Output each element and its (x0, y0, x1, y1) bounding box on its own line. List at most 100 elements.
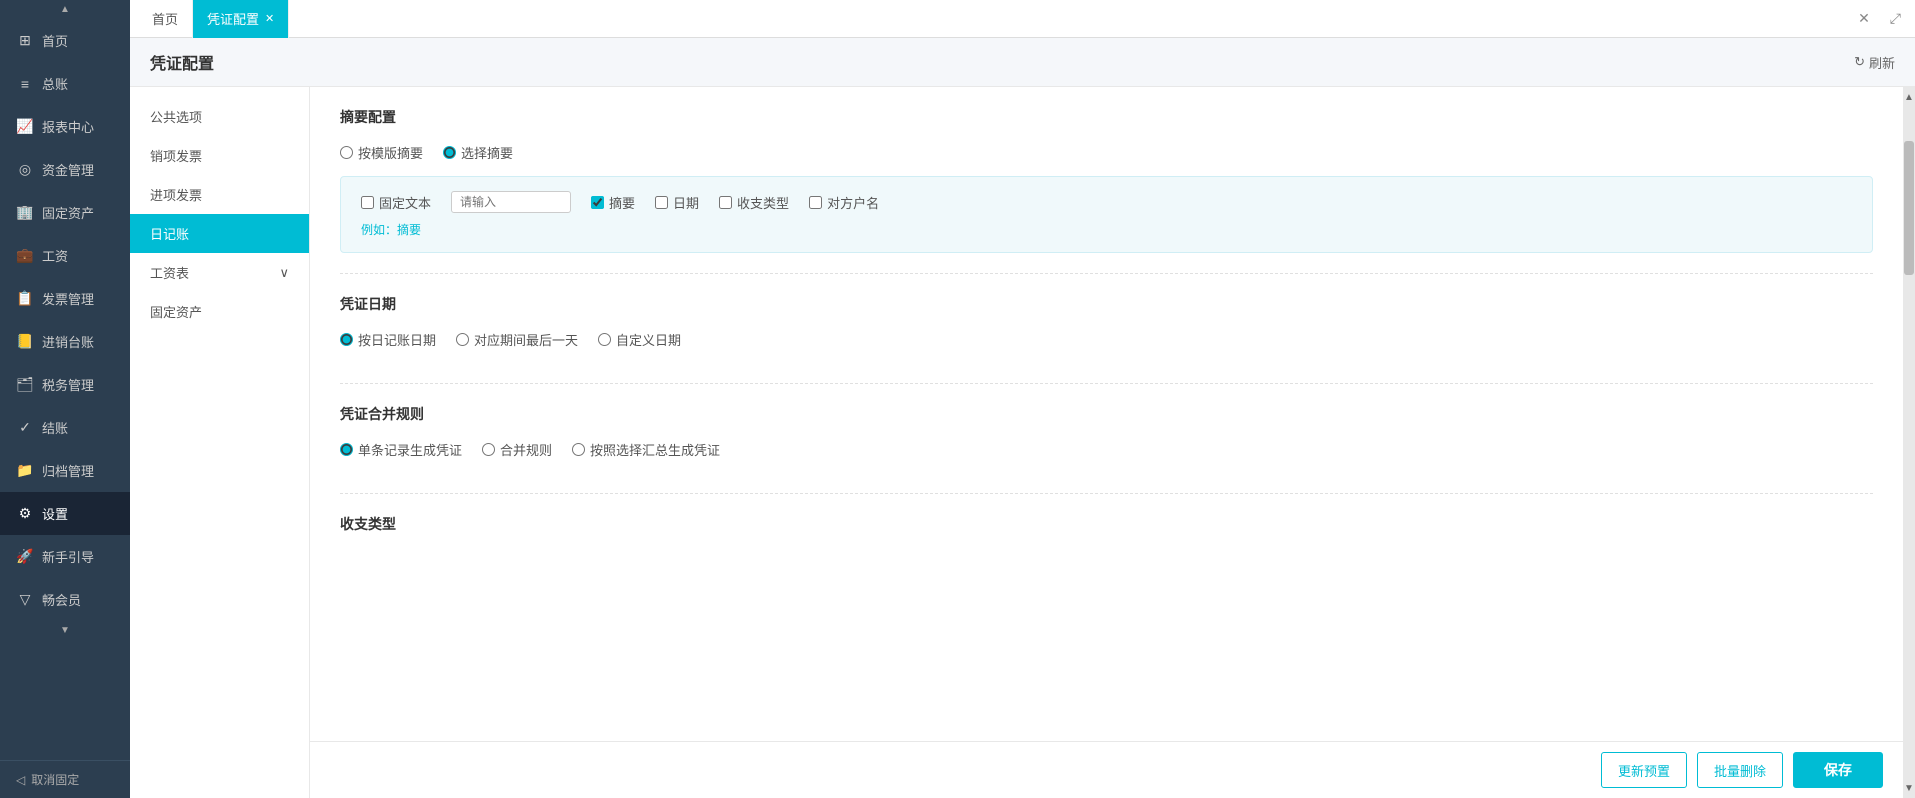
sidebar-item-label: 设置 (42, 504, 68, 523)
left-nav-item-payroll[interactable]: 工资表 ∨ (130, 253, 309, 292)
date-custom-radio[interactable] (598, 333, 611, 346)
bottom-bar: 更新预置 批量删除 保存 (310, 741, 1903, 798)
sidebar-item-settings[interactable]: ⚙ 设置 (0, 492, 130, 535)
sidebar-item-salary[interactable]: 💼 工资 (0, 234, 130, 277)
sidebar-item-ledger[interactable]: ≡ 总账 (0, 62, 130, 105)
date-custom-option[interactable]: 自定义日期 (598, 330, 681, 349)
date-journal-radio[interactable] (340, 333, 353, 346)
abstract-counterpart-checkbox[interactable] (809, 196, 822, 209)
tab-close-button[interactable]: ✕ (1852, 8, 1876, 29)
sidebar-item-report[interactable]: 📈 报表中心 (0, 105, 130, 148)
section-date-title: 凭证日期 (340, 294, 1873, 314)
scroll-up-button[interactable]: ▲ (1903, 87, 1915, 107)
tab-expand-button[interactable]: ⤢ (1884, 8, 1907, 29)
sidebar-unpin-button[interactable]: ◁ 取消固定 (0, 760, 130, 798)
tab-voucher-config[interactable]: 凭证配置 ✕ (193, 0, 289, 38)
sidebar-item-invoice[interactable]: 📋 发票管理 (0, 277, 130, 320)
asset-icon: 🏢 (16, 204, 34, 221)
abstract-template-radio[interactable] (340, 146, 353, 159)
tabbar: 首页 凭证配置 ✕ ✕ ⤢ (130, 0, 1915, 38)
scroll-track[interactable] (1903, 107, 1915, 778)
sidebar-item-label: 首页 (42, 31, 68, 50)
left-nav-item-journal[interactable]: 日记账 (130, 214, 309, 253)
abstract-counterpart-option[interactable]: 对方户名 (809, 193, 879, 212)
abstract-fixed-text-checkbox[interactable] (361, 196, 374, 209)
left-nav: 公共选项 销项发票 进项发票 日记账 工资表 ∨ 固定资产 (130, 87, 310, 798)
sidebar-item-label: 资金管理 (42, 160, 94, 179)
merge-summary-radio[interactable] (572, 443, 585, 456)
sidebar-item-archive[interactable]: 📁 归档管理 (0, 449, 130, 492)
abstract-example: 例如：摘要 (361, 221, 1852, 238)
left-nav-item-fixed-asset[interactable]: 固定资产 (130, 292, 309, 331)
abstract-template-option[interactable]: 按模版摘要 (340, 143, 423, 162)
abstract-date-option[interactable]: 日期 (655, 193, 699, 212)
sidebar-item-label: 发票管理 (42, 289, 94, 308)
abstract-mode-group: 按模版摘要 选择摘要 (340, 143, 1873, 162)
tabbar-actions: ✕ ⤢ (1852, 8, 1907, 29)
date-period-radio[interactable] (456, 333, 469, 346)
purchase-icon: 📒 (16, 333, 34, 350)
ledger-icon: ≡ (16, 76, 34, 92)
section-abstract: 摘要配置 按模版摘要 选择摘要 (340, 107, 1873, 274)
tab-home[interactable]: 首页 (138, 0, 193, 38)
refresh-button[interactable]: ↻ 刷新 (1854, 53, 1895, 72)
update-preset-button[interactable]: 更新预置 (1601, 752, 1687, 788)
merge-single-radio[interactable] (340, 443, 353, 456)
merge-options-group: 单条记录生成凭证 合并规则 按照选择汇总生成凭证 (340, 440, 1873, 459)
batch-delete-button[interactable]: 批量删除 (1697, 752, 1783, 788)
member-icon: ▽ (16, 591, 34, 608)
abstract-select-option[interactable]: 选择摘要 (443, 143, 513, 162)
sidebar-item-home[interactable]: ⊞ 首页 (0, 19, 130, 62)
archive-icon: 📁 (16, 462, 34, 479)
checkout-icon: ✓ (16, 419, 34, 436)
abstract-income-type-option[interactable]: 收支类型 (719, 193, 789, 212)
abstract-text-input[interactable] (451, 191, 571, 213)
sidebar-item-purchase[interactable]: 📒 进销台账 (0, 320, 130, 363)
sidebar-item-label: 税务管理 (42, 375, 94, 394)
sidebar-item-fund[interactable]: ◎ 资金管理 (0, 148, 130, 191)
left-nav-item-purchase-invoice[interactable]: 进项发票 (130, 175, 309, 214)
sidebar-item-tax[interactable]: 🗂 税务管理 (0, 363, 130, 406)
merge-summary-label: 按照选择汇总生成凭证 (590, 440, 720, 459)
abstract-summary-option[interactable]: 摘要 (591, 193, 635, 212)
left-nav-label: 销项发票 (150, 146, 202, 165)
tab-home-label: 首页 (152, 9, 178, 28)
merge-single-option[interactable]: 单条记录生成凭证 (340, 440, 462, 459)
merge-rule-option[interactable]: 合并规则 (482, 440, 552, 459)
scroll-down-button[interactable]: ▼ (1903, 778, 1915, 798)
left-nav-item-public[interactable]: 公共选项 (130, 97, 309, 136)
abstract-fixed-text-option[interactable]: 固定文本 (361, 193, 431, 212)
sidebar-item-member[interactable]: ▽ 畅会员 (0, 578, 130, 621)
date-custom-label: 自定义日期 (616, 330, 681, 349)
merge-rule-radio[interactable] (482, 443, 495, 456)
save-button[interactable]: 保存 (1793, 752, 1883, 788)
section-date: 凭证日期 按日记账日期 对应期间最后一天 (340, 294, 1873, 384)
body-layout: 公共选项 销项发票 进项发票 日记账 工资表 ∨ 固定资产 (130, 87, 1915, 798)
sidebar-scroll-down[interactable]: ▼ (0, 621, 130, 640)
abstract-options: 固定文本 摘要 日期 (361, 191, 1852, 213)
sidebar: ▲ ⊞ 首页 ≡ 总账 📈 报表中心 ◎ 资金管理 🏢 固定资产 💼 工资 📋 … (0, 0, 130, 798)
abstract-income-type-label: 收支类型 (737, 193, 789, 212)
date-journal-label: 按日记账日期 (358, 330, 436, 349)
tab-voucher-label: 凭证配置 (207, 9, 259, 28)
merge-summary-option[interactable]: 按照选择汇总生成凭证 (572, 440, 720, 459)
date-options-group: 按日记账日期 对应期间最后一天 自定义日期 (340, 330, 1873, 349)
left-nav-label: 固定资产 (150, 302, 202, 321)
abstract-date-checkbox[interactable] (655, 196, 668, 209)
left-nav-label: 进项发票 (150, 185, 202, 204)
sidebar-item-checkout[interactable]: ✓ 结账 (0, 406, 130, 449)
abstract-summary-checkbox[interactable] (591, 196, 604, 209)
fund-icon: ◎ (16, 161, 34, 178)
abstract-fixed-text-label: 固定文本 (379, 193, 431, 212)
abstract-select-radio[interactable] (443, 146, 456, 159)
sidebar-scroll-up[interactable]: ▲ (0, 0, 130, 19)
merge-single-label: 单条记录生成凭证 (358, 440, 462, 459)
date-journal-option[interactable]: 按日记账日期 (340, 330, 436, 349)
sidebar-item-asset[interactable]: 🏢 固定资产 (0, 191, 130, 234)
tab-close-icon[interactable]: ✕ (265, 12, 274, 25)
abstract-income-type-checkbox[interactable] (719, 196, 732, 209)
report-icon: 📈 (16, 118, 34, 135)
sidebar-item-guide[interactable]: 🚀 新手引导 (0, 535, 130, 578)
left-nav-item-sales-invoice[interactable]: 销项发票 (130, 136, 309, 175)
date-period-last-option[interactable]: 对应期间最后一天 (456, 330, 578, 349)
